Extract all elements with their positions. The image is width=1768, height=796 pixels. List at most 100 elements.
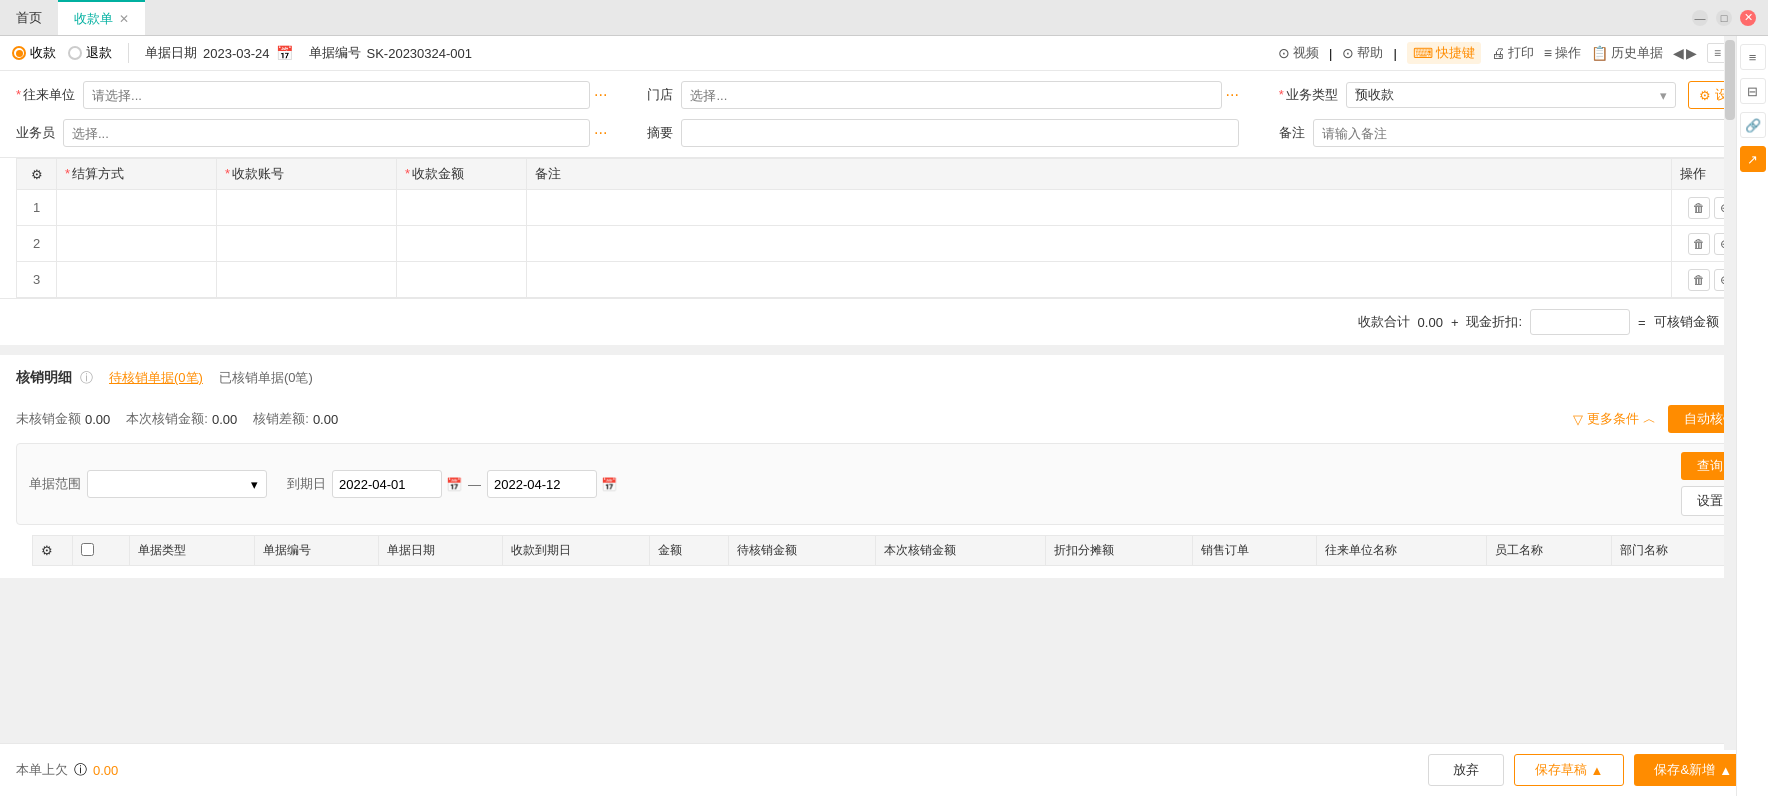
history-icon: 📋 — [1591, 45, 1608, 61]
row-2-settlement[interactable] — [57, 226, 217, 262]
partner-input[interactable] — [83, 81, 590, 109]
close-button[interactable]: ✕ — [1740, 10, 1756, 26]
bottom-data-table: ⚙ 单据类型 单据编号 单据日期 收款到期日 金额 待核销金额 本次核销金额 折… — [32, 535, 1736, 566]
range-dropdown-icon: ▾ — [251, 477, 258, 492]
row-1-amount[interactable] — [397, 190, 527, 226]
row-3-delete-btn[interactable]: 🗑 — [1688, 269, 1710, 291]
discount-input[interactable] — [1530, 309, 1630, 335]
remark-label: 备注 — [1279, 124, 1305, 142]
row-1-remark[interactable] — [527, 190, 1672, 226]
recon-title-text: 核销明细 — [16, 369, 72, 387]
bottom-table-area: ⚙ 单据类型 单据编号 单据日期 收款到期日 金额 待核销金额 本次核销金额 折… — [16, 535, 1752, 566]
footer: 本单上欠 ⓘ 0.00 放弃 保存草稿 ▲ 保存&新增 ▲ — [0, 743, 1768, 796]
biz-type-select[interactable]: 预收款 ▾ — [1346, 82, 1676, 108]
scrollbar-track — [1724, 36, 1736, 750]
table-gear-icon-2[interactable]: ⚙ — [41, 543, 53, 558]
store-field: 门店 ··· — [647, 81, 1238, 109]
row-2-remark[interactable] — [527, 226, 1672, 262]
print-btn[interactable]: 🖨 打印 — [1491, 44, 1534, 62]
history-btn[interactable]: 📋 历史单据 — [1591, 44, 1663, 62]
tab-home[interactable]: 首页 — [0, 0, 58, 35]
video-icon: ⊙ — [1278, 45, 1290, 61]
col-header-amount: 收款金额 — [397, 159, 527, 190]
row-2-delete-btn[interactable]: 🗑 — [1688, 233, 1710, 255]
shortcut-btn[interactable]: ⌨ 快捷键 — [1407, 42, 1481, 64]
done-tab[interactable]: 已核销单据(0笔) — [211, 367, 321, 389]
form-area: 往来单位 ··· 门店 ··· 业务类型 预收款 ▾ ⚙ 设置 业务员 · — [0, 71, 1768, 158]
date-from-input[interactable] — [332, 470, 442, 498]
partner-more-icon[interactable]: ··· — [594, 86, 607, 104]
staff-more-icon[interactable]: ··· — [594, 124, 607, 142]
row-3-settlement[interactable] — [57, 262, 217, 298]
table-row: 2 🗑 ⊕ — [17, 226, 1752, 262]
partner-label: 往来单位 — [16, 86, 75, 104]
store-more-icon[interactable]: ··· — [1226, 86, 1239, 104]
nav-arrows: ◀ ▶ — [1673, 45, 1697, 61]
row-2-amount[interactable] — [397, 226, 527, 262]
receipt-radio[interactable]: 收款 — [12, 44, 56, 62]
col-header-date: 单据日期 — [378, 536, 502, 566]
date-to-input[interactable] — [487, 470, 597, 498]
row-3-amount[interactable] — [397, 262, 527, 298]
calendar-icon[interactable]: 📅 — [276, 45, 293, 61]
select-all-checkbox[interactable] — [81, 543, 94, 556]
table-gear-icon[interactable]: ⚙ — [31, 167, 43, 182]
scrollbar-thumb[interactable] — [1725, 40, 1735, 120]
save-draft-chevron-icon: ▲ — [1591, 763, 1604, 778]
row-1-delete-btn[interactable]: 🗑 — [1688, 197, 1710, 219]
row-1-num: 1 — [17, 190, 57, 226]
abandon-button[interactable]: 放弃 — [1428, 754, 1504, 786]
staff-field: 业务员 ··· — [16, 119, 607, 147]
pending-tab[interactable]: 待核销单据(0笔) — [101, 367, 211, 389]
range-select[interactable]: ▾ — [87, 470, 267, 498]
operation-btn[interactable]: ≡ 操作 — [1544, 44, 1581, 62]
table-row: 1 🗑 ⊕ — [17, 190, 1752, 226]
staff-input[interactable] — [63, 119, 590, 147]
row-3-remark[interactable] — [527, 262, 1672, 298]
diff-stat: 核销差额: 0.00 — [253, 410, 338, 428]
row-2-account[interactable] — [217, 226, 397, 262]
summary-input[interactable] — [681, 119, 1238, 147]
receipt-type-group: 收款 退款 — [12, 44, 112, 62]
help-btn[interactable]: ⊙ 帮助 — [1342, 44, 1383, 62]
reconciliation-section: 核销明细 ⓘ 待核销单据(0笔) 已核销单据(0笔) 未核销金额 0.00 本次… — [0, 355, 1768, 578]
tab-close-receipt[interactable]: ✕ — [119, 12, 129, 26]
recon-title-row: 核销明细 ⓘ 待核销单据(0笔) 已核销单据(0笔) — [16, 367, 1752, 389]
right-panel-btn-1[interactable]: ≡ — [1740, 44, 1766, 70]
table-row: 3 🗑 ⊕ — [17, 262, 1752, 298]
right-panel-btn-2[interactable]: ⊟ — [1740, 78, 1766, 104]
save-new-button[interactable]: 保存&新增 ▲ — [1634, 754, 1752, 786]
store-input[interactable] — [681, 81, 1221, 109]
tab-bar: 首页 收款单 ✕ — □ ✕ — [0, 0, 1768, 36]
unchecked-stat: 未核销金额 0.00 — [16, 410, 110, 428]
right-panel-btn-4[interactable]: ↗ — [1740, 146, 1766, 172]
more-conditions-btn[interactable]: ▽ 更多条件 ︿ — [1573, 410, 1656, 428]
col-header-dept: 部门名称 — [1611, 536, 1735, 566]
right-panel-btn-3[interactable]: 🔗 — [1740, 112, 1766, 138]
next-arrow[interactable]: ▶ — [1686, 45, 1697, 61]
recon-info-icon[interactable]: ⓘ — [80, 369, 93, 387]
minimize-button[interactable]: — — [1692, 10, 1708, 26]
prev-arrow[interactable]: ◀ — [1673, 45, 1684, 61]
calendar-from-icon[interactable]: 📅 — [446, 477, 462, 492]
col-header-staff: 员工名称 — [1487, 536, 1611, 566]
tab-receipt[interactable]: 收款单 ✕ — [58, 0, 145, 35]
maximize-button[interactable]: □ — [1716, 10, 1732, 26]
save-draft-button[interactable]: 保存草稿 ▲ — [1514, 754, 1625, 786]
remark-input[interactable] — [1313, 119, 1752, 147]
current-stat: 本次核销金额: 0.00 — [126, 410, 237, 428]
col-checkbox: ⚙ — [33, 536, 73, 566]
col-settings: ⚙ — [17, 159, 57, 190]
row-3-account[interactable] — [217, 262, 397, 298]
row-1-account[interactable] — [217, 190, 397, 226]
summary-row: 收款合计 0.00 + 现金折扣: = 可核销金额 0.00 — [0, 298, 1768, 345]
row-1-settlement[interactable] — [57, 190, 217, 226]
divider-1 — [128, 43, 129, 63]
main-data-table: ⚙ 结算方式 收款账号 收款金额 备注 操作 1 — [16, 158, 1752, 298]
filter-icon: ▽ — [1573, 412, 1583, 427]
range-field: 单据范围 ▾ — [29, 470, 267, 498]
refund-radio[interactable]: 退款 — [68, 44, 112, 62]
video-btn[interactable]: ⊙ 视频 — [1278, 44, 1319, 62]
calendar-to-icon[interactable]: 📅 — [601, 477, 617, 492]
footer-info-icon[interactable]: ⓘ — [74, 761, 87, 779]
